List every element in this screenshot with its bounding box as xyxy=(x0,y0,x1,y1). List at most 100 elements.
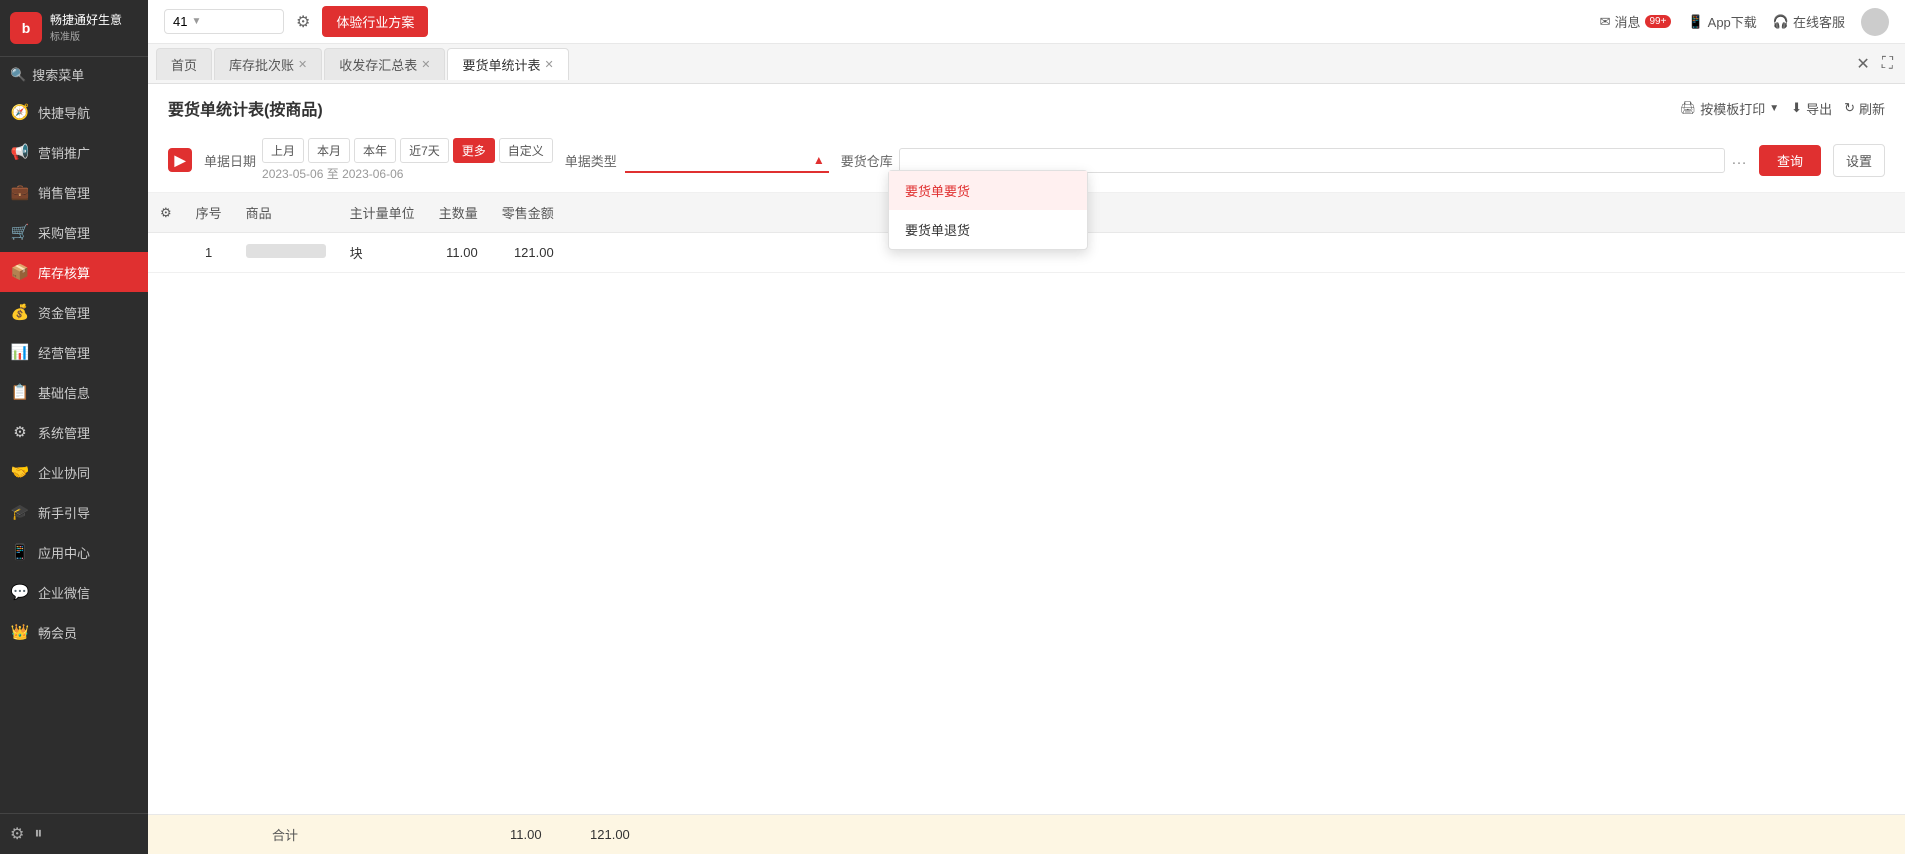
sidebar-item-应用中心[interactable]: 📱 应用中心 xyxy=(0,532,148,572)
message-icon: ✉ xyxy=(1600,14,1611,30)
warehouse-label: 要货仓库 xyxy=(841,151,893,170)
nav-label: 经营管理 xyxy=(38,343,90,362)
refresh-btn[interactable]: ↻ 刷新 xyxy=(1844,99,1885,118)
nav-icon: 💰 xyxy=(10,302,30,322)
store-dropdown-arrow: ▼ xyxy=(191,16,201,27)
nav-label: 资金管理 xyxy=(38,303,90,322)
td-quantity: 11.00 xyxy=(427,233,490,273)
nav-label: 基础信息 xyxy=(38,383,90,402)
date-btn-近7天[interactable]: 近7天 xyxy=(400,138,449,163)
user-avatar[interactable] xyxy=(1861,8,1889,36)
messages-label: 消息 xyxy=(1614,12,1640,31)
nav-icon: 🛒 xyxy=(10,222,30,242)
nav-icon: 💼 xyxy=(10,182,30,202)
nav-icon: 🤝 xyxy=(10,462,30,482)
sidebar-item-经营管理[interactable]: 📊 经营管理 xyxy=(0,332,148,372)
td-settings xyxy=(148,233,184,273)
sidebar-item-畅会员[interactable]: 👑 畅会员 xyxy=(0,612,148,652)
nav-icon: 📋 xyxy=(10,382,30,402)
main-area: 41 ▼ ⚙ 体验行业方案 ✉ 消息 99+ 📱 App下载 🎧 在线客服 xyxy=(148,0,1905,854)
store-selector[interactable]: 41 ▼ xyxy=(164,9,284,34)
sidebar-item-基础信息[interactable]: 📋 基础信息 xyxy=(0,372,148,412)
tab-首页[interactable]: 首页 xyxy=(156,48,212,80)
date-filter-col: 上月本月本年近7天更多自定义 2023-05-06 至 2023-06-06 xyxy=(262,138,553,182)
search-icon: 🔍 xyxy=(10,67,26,83)
sidebar-item-库存核算[interactable]: 📦库存核算 xyxy=(0,252,148,292)
date-btn-上月[interactable]: 上月 xyxy=(262,138,304,163)
sidebar-item-系统管理[interactable]: ⚙系统管理 xyxy=(0,412,148,452)
td-num: 1 xyxy=(184,233,234,273)
filter-expand-btn[interactable]: ▶ xyxy=(168,148,192,172)
nav-icon: 💬 xyxy=(10,582,30,602)
nav-icon: 👑 xyxy=(10,622,30,642)
messages-badge: 99+ xyxy=(1645,15,1672,28)
sidebar-item-资金管理[interactable]: 💰 资金管理 xyxy=(0,292,148,332)
tabs-expand-btn[interactable]: ⛶ xyxy=(1878,50,1897,78)
tab-库存批次账[interactable]: 库存批次账✕ xyxy=(214,48,322,80)
nav-icon: 📢 xyxy=(10,142,30,162)
sidebar-item-企业协同[interactable]: 🤝企业协同 xyxy=(0,452,148,492)
nav-label: 应用中心 xyxy=(38,543,90,562)
sidebar-bottom: ⚙ ⏸ xyxy=(0,813,148,854)
nav-label: 采购管理 xyxy=(38,223,90,242)
online-service-label: 在线客服 xyxy=(1793,12,1845,31)
tab-收发存汇总表[interactable]: 收发存汇总表✕ xyxy=(324,48,445,80)
tabs-close-all-btn[interactable]: ✕ xyxy=(1852,50,1873,78)
page-header: 要货单统计表(按商品) 🖨 按模板打印 ▼ ⬇ 导出 ↻ 刷新 xyxy=(148,84,1905,128)
messages-btn[interactable]: ✉ 消息 99+ xyxy=(1600,12,1672,31)
nav-label: 快捷导航 xyxy=(38,103,90,122)
tab-close-icon[interactable]: ✕ xyxy=(421,58,430,71)
th-product: 商品 xyxy=(234,193,338,233)
online-service-btn[interactable]: 🎧 在线客服 xyxy=(1773,12,1845,31)
settings-icon[interactable]: ⚙ xyxy=(10,824,24,844)
date-btn-more[interactable]: 更多 xyxy=(453,138,495,163)
nav-list: 🧭 快捷导航 📢营销推广💼销售管理 🛒 采购管理 📦库存核算 💰 资金管理 📊 经营管理 📋 基础信息… xyxy=(0,92,148,813)
date-btn-本月[interactable]: 本月 xyxy=(308,138,350,163)
sidebar-item-销售管理[interactable]: 💼销售管理 xyxy=(0,172,148,212)
print-btn[interactable]: 🖨 按模板打印 ▼ xyxy=(1680,99,1779,118)
search-menu-label: 搜索菜单 xyxy=(32,65,84,84)
tab-close-icon[interactable]: ✕ xyxy=(545,58,554,71)
nav-icon: 🧭 xyxy=(10,102,30,122)
query-button[interactable]: 查询 xyxy=(1759,145,1821,176)
warehouse-input[interactable] xyxy=(899,148,1725,173)
table-container: ⚙ 序号 商品 主计量单位 主数量 零售金额 1 块 11.00 121.00 xyxy=(148,193,1905,814)
sidebar-item-营销推广[interactable]: 📢营销推广 xyxy=(0,132,148,172)
sidebar-item-采购管理[interactable]: 🛒 采购管理 xyxy=(0,212,148,252)
voucher-type-input[interactable] xyxy=(625,148,829,173)
sidebar-item-快捷导航[interactable]: 🧭 快捷导航 xyxy=(0,92,148,132)
tabs-bar: 首页库存批次账✕收发存汇总表✕要货单统计表✕ ✕ ⛶ xyxy=(148,44,1905,84)
export-btn[interactable]: ⬇ 导出 xyxy=(1791,99,1832,118)
export-icon: ⬇ xyxy=(1791,100,1802,116)
sidebar-item-企业微信[interactable]: 💬企业微信 xyxy=(0,572,148,612)
footer-label: 合计 xyxy=(260,825,310,844)
logo-area: b 畅捷通好生意 标准版 xyxy=(0,0,148,57)
nav-icon: 📱 xyxy=(10,542,30,562)
tab-close-icon[interactable]: ✕ xyxy=(298,58,307,71)
date-btn-本年[interactable]: 本年 xyxy=(354,138,396,163)
tab-要货单统计表[interactable]: 要货单统计表✕ xyxy=(447,48,568,80)
warehouse-group: 要货仓库 … xyxy=(841,148,1747,173)
nav-icon: ⚙ xyxy=(10,422,30,442)
app-download-label: App下载 xyxy=(1708,12,1757,31)
dropdown-option-要货单要货[interactable]: 要货单要货 xyxy=(889,171,1087,210)
collapse-icon[interactable]: ⏸ xyxy=(34,825,42,843)
table-footer: 合计 11.00 121.00 xyxy=(148,814,1905,854)
voucher-type-group: 单据类型 ▲ xyxy=(565,148,829,173)
store-name: 41 xyxy=(173,14,187,29)
search-menu[interactable]: 🔍 搜索菜单 xyxy=(0,57,148,92)
warehouse-more-btn[interactable]: … xyxy=(1731,151,1747,169)
app-download-btn[interactable]: 📱 App下载 xyxy=(1687,12,1756,31)
topbar-right: ✉ 消息 99+ 📱 App下载 🎧 在线客服 xyxy=(1600,8,1889,36)
voucher-type-select-container: ▲ xyxy=(625,148,829,173)
sidebar-item-新手引导[interactable]: 🎓新手引导 xyxy=(0,492,148,532)
trial-button[interactable]: 体验行业方案 xyxy=(322,6,428,37)
logo-icon: b xyxy=(10,12,42,44)
settings-button[interactable]: 设置 xyxy=(1833,144,1885,177)
nav-icon: 📊 xyxy=(10,342,30,362)
date-range-text: 2023-05-06 至 2023-06-06 xyxy=(262,165,553,182)
date-btn-custom[interactable]: 自定义 xyxy=(499,138,553,163)
nav-label: 畅会员 xyxy=(38,623,77,642)
topbar-gear-icon[interactable]: ⚙ xyxy=(292,8,314,36)
dropdown-option-要货单退货[interactable]: 要货单退货 xyxy=(889,210,1087,249)
